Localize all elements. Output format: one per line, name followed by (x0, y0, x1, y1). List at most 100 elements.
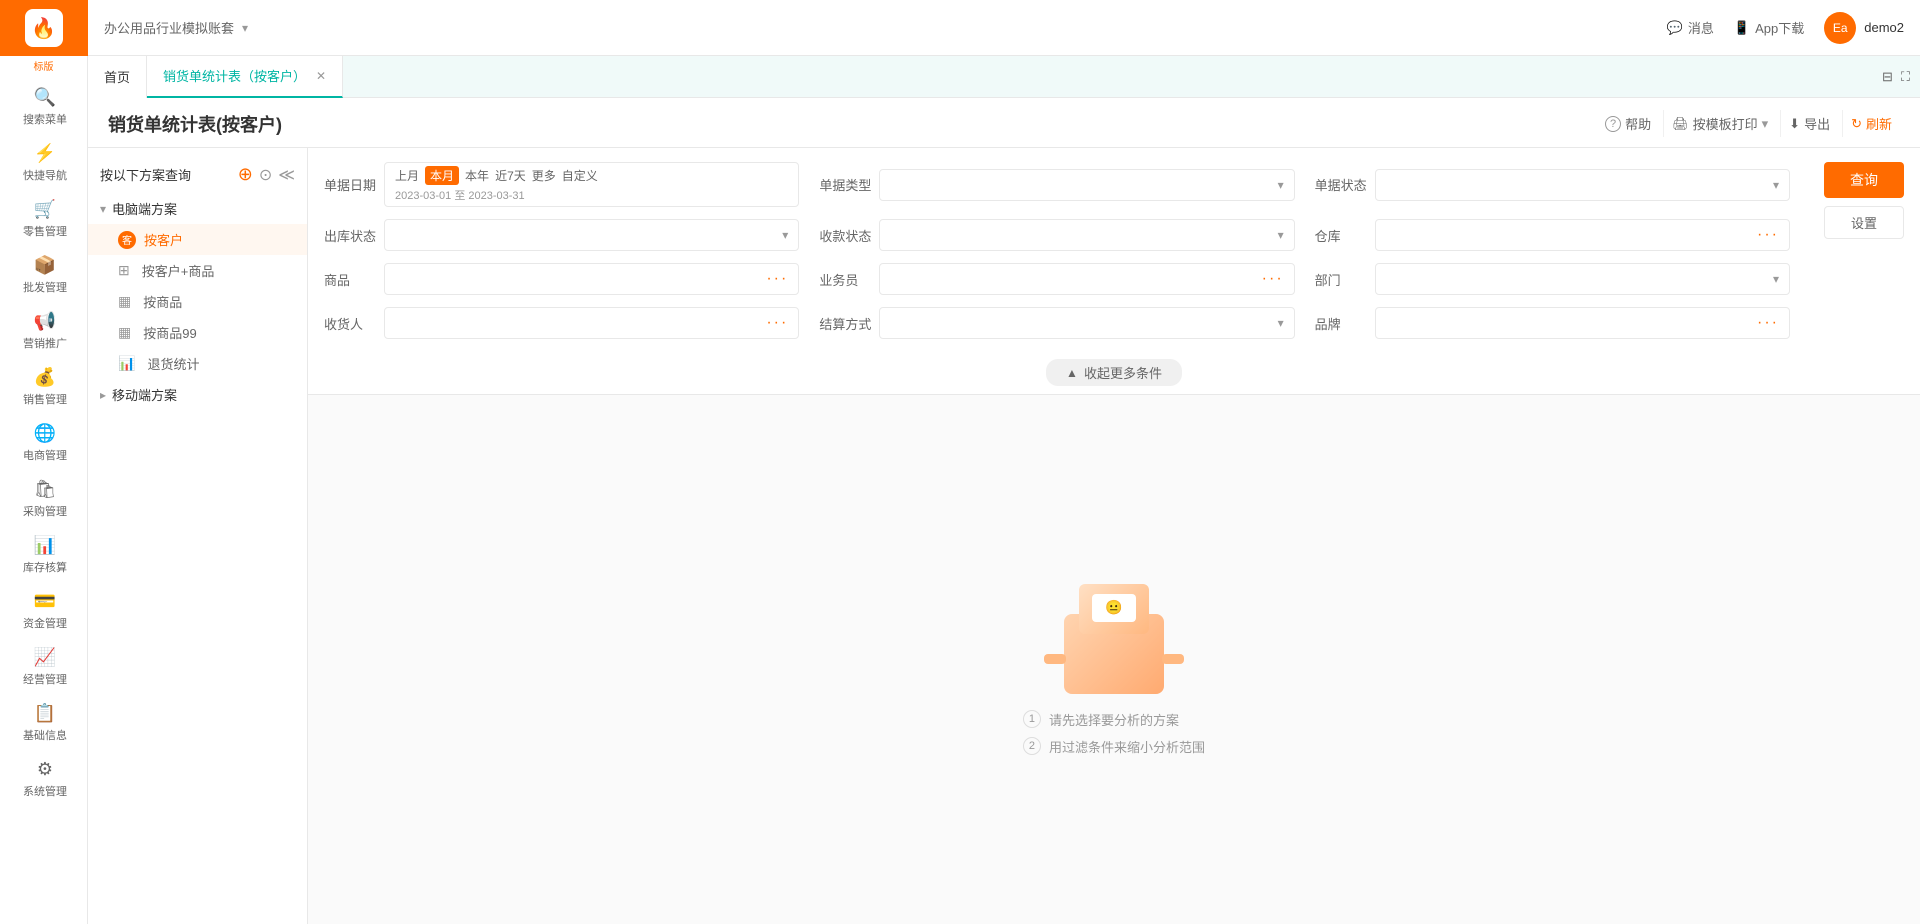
content-body: 按以下方案查询 ⊕ ⊙ ≪ ▾ 电脑端方案 客 (88, 148, 1920, 924)
sidebar-item-finance[interactable]: 💳 资金管理 (0, 583, 88, 639)
sidebar-item-sales[interactable]: 💰 销售管理 (0, 359, 88, 415)
tree-item-by-product[interactable]: ▦ 按商品 (88, 286, 307, 317)
header-left: 办公用品行业模拟账套 ▾ (104, 18, 248, 37)
retail-icon: 🛒 (34, 199, 56, 220)
tree-item-by-product99[interactable]: ▦ 按商品99 (88, 317, 307, 348)
date-tab-last-month[interactable]: 上月 (395, 167, 419, 184)
print-button[interactable]: 🖨 按模板打印 ▾ (1663, 110, 1776, 137)
order-status-ctrl[interactable]: ▾ (1375, 169, 1790, 201)
app-download-nav[interactable]: 📱 App下载 (1734, 18, 1804, 37)
order-date-ctrl[interactable]: 上月 本月 本年 近7天 更多 自定义 2023-03-01 至 2023-03… (384, 162, 799, 207)
edit-scheme-button[interactable]: ⊙ (259, 165, 272, 185)
payment-status-filter: 收款状态 ▾ (819, 219, 1294, 251)
tab-report[interactable]: 销货单统计表（按客户） ✕ (147, 56, 343, 98)
tab-fullscreen-icon[interactable]: ⛶ (1901, 69, 1910, 85)
sidebar-item-search[interactable]: 🔍 搜索菜单 (0, 79, 88, 135)
add-scheme-button[interactable]: ⊕ (238, 164, 253, 185)
by-customer-label: 按客户 (144, 230, 183, 249)
empty-illustration: 😐 (1044, 564, 1184, 694)
refresh-button[interactable]: ↻ 刷新 (1842, 110, 1900, 137)
empty-hint-1: 1 请先选择要分析的方案 (1023, 710, 1205, 729)
query-button[interactable]: 查询 (1824, 162, 1904, 198)
header-title: 办公用品行业模拟账套 (104, 18, 234, 37)
help-button[interactable]: ? 帮助 (1597, 110, 1659, 137)
date-tab-current-year[interactable]: 本年 (465, 167, 489, 184)
tree-item-return-stats[interactable]: 📊 退货统计 (88, 348, 307, 379)
date-tab-current-month[interactable]: 本月 (425, 166, 459, 185)
payment-status-ctrl[interactable]: ▾ (879, 219, 1294, 251)
empty-face-icon: 😐 (1105, 599, 1122, 616)
settlement-label: 结算方式 (819, 314, 871, 333)
tree-group-mobile-header[interactable]: ▸ 移动端方案 (88, 379, 307, 410)
order-date-filter: 单据日期 上月 本月 本年 近7天 更多 自定义 20 (324, 162, 799, 207)
salesperson-filter: 业务员 ··· (819, 263, 1294, 295)
empty-hint-2: 2 用过滤条件来缩小分析范围 (1023, 737, 1205, 756)
sidebar-item-inventory[interactable]: 📊 库存核算 (0, 527, 88, 583)
settlement-filter: 结算方式 ▾ (819, 307, 1294, 339)
empty-arm-right (1162, 654, 1184, 664)
sidebar-item-wholesale[interactable]: 📦 批发管理 (0, 247, 88, 303)
data-area: 😐 1 请先选择要分析的方案 (308, 395, 1920, 924)
warehouse-dots: ··· (1757, 226, 1779, 244)
sidebar-item-label: 批发管理 (23, 279, 67, 295)
date-tab-more[interactable]: 更多 (532, 167, 556, 184)
mobile-toggle-icon: ▸ (100, 388, 106, 402)
order-status-arrow: ▾ (1773, 178, 1779, 192)
sidebar-item-retail[interactable]: 🛒 零售管理 (0, 191, 88, 247)
tree-item-by-customer-product[interactable]: ⊞ 按客户+商品 (88, 255, 307, 286)
sidebar-item-label: 系统管理 (23, 783, 67, 799)
brand-ctrl[interactable]: ··· (1375, 307, 1790, 339)
collapse-button[interactable]: ▲ 收起更多条件 (1046, 359, 1182, 386)
order-status-label: 单据状态 (1315, 175, 1367, 194)
date-tabs-row: 上月 本月 本年 近7天 更多 自定义 (395, 166, 788, 185)
sidebar-item-purchase[interactable]: 🛍 采购管理 (0, 471, 88, 527)
sidebar-item-operations[interactable]: 📈 经营管理 (0, 639, 88, 695)
brand-filter: 品牌 ··· (1315, 307, 1790, 339)
export-button[interactable]: ⬇ 导出 (1780, 110, 1838, 137)
logo: 🔥 (0, 0, 88, 56)
settlement-ctrl[interactable]: ▾ (879, 307, 1294, 339)
by-product99-label: 按商品99 (143, 323, 196, 342)
sidebar-item-label: 电商管理 (23, 447, 67, 463)
user-section: Ea demo2 (1824, 12, 1904, 44)
sidebar-item-basic[interactable]: 📋 基础信息 (0, 695, 88, 751)
tree-group-mobile: ▸ 移动端方案 (88, 379, 307, 410)
receiver-ctrl[interactable]: ··· (384, 307, 799, 339)
out-status-ctrl[interactable]: ▾ (384, 219, 799, 251)
print-dropdown-icon[interactable]: ▾ (1762, 116, 1769, 132)
department-ctrl[interactable]: ▾ (1375, 263, 1790, 295)
salesperson-ctrl[interactable]: ··· (879, 263, 1294, 295)
settlement-arrow: ▾ (1278, 316, 1284, 330)
order-type-ctrl[interactable]: ▾ (879, 169, 1294, 201)
sidebar-item-system[interactable]: ⚙ 系统管理 (0, 751, 88, 807)
tree-item-by-customer[interactable]: 客 按客户 (88, 224, 307, 255)
refresh-label: 刷新 (1866, 114, 1892, 133)
date-tab-7days[interactable]: 近7天 (495, 167, 526, 184)
tab-minimize-icon[interactable]: ⊟ (1882, 69, 1893, 85)
department-arrow: ▾ (1773, 272, 1779, 286)
product-ctrl[interactable]: ··· (384, 263, 799, 295)
receiver-label: 收货人 (324, 314, 376, 333)
sidebar-item-label: 资金管理 (23, 615, 67, 631)
tree-group-desktop-header[interactable]: ▾ 电脑端方案 (88, 193, 307, 224)
tab-home[interactable]: 首页 (88, 56, 147, 98)
desktop-group-label: 电脑端方案 (112, 199, 177, 218)
left-panel-actions: ⊕ ⊙ ≪ (238, 164, 295, 185)
collapse-panel-button[interactable]: ≪ (278, 165, 295, 185)
settings-button[interactable]: 设置 (1824, 206, 1904, 239)
date-tab-custom[interactable]: 自定义 (562, 167, 598, 184)
sidebar-item-marketing[interactable]: 📢 营销推广 (0, 303, 88, 359)
sidebar-item-ecommerce[interactable]: 🌐 电商管理 (0, 415, 88, 471)
tab-close-icon[interactable]: ✕ (316, 69, 326, 83)
sidebar-item-label: 销售管理 (23, 391, 67, 407)
receiver-dots: ··· (766, 314, 788, 332)
print-icon: 🖨 (1672, 116, 1689, 132)
warehouse-ctrl[interactable]: ··· (1375, 219, 1790, 251)
user-avatar[interactable]: Ea (1824, 12, 1856, 44)
header-dropdown-icon[interactable]: ▾ (242, 21, 248, 35)
sidebar-item-shortcut[interactable]: ⚡ 快捷导航 (0, 135, 88, 191)
message-nav[interactable]: 💬 消息 (1667, 18, 1714, 37)
filter-row-1: 单据日期 上月 本月 本年 近7天 更多 自定义 20 (324, 162, 1790, 207)
department-filter: 部门 ▾ (1315, 263, 1790, 295)
sidebar-item-label: 搜索菜单 (23, 111, 67, 127)
